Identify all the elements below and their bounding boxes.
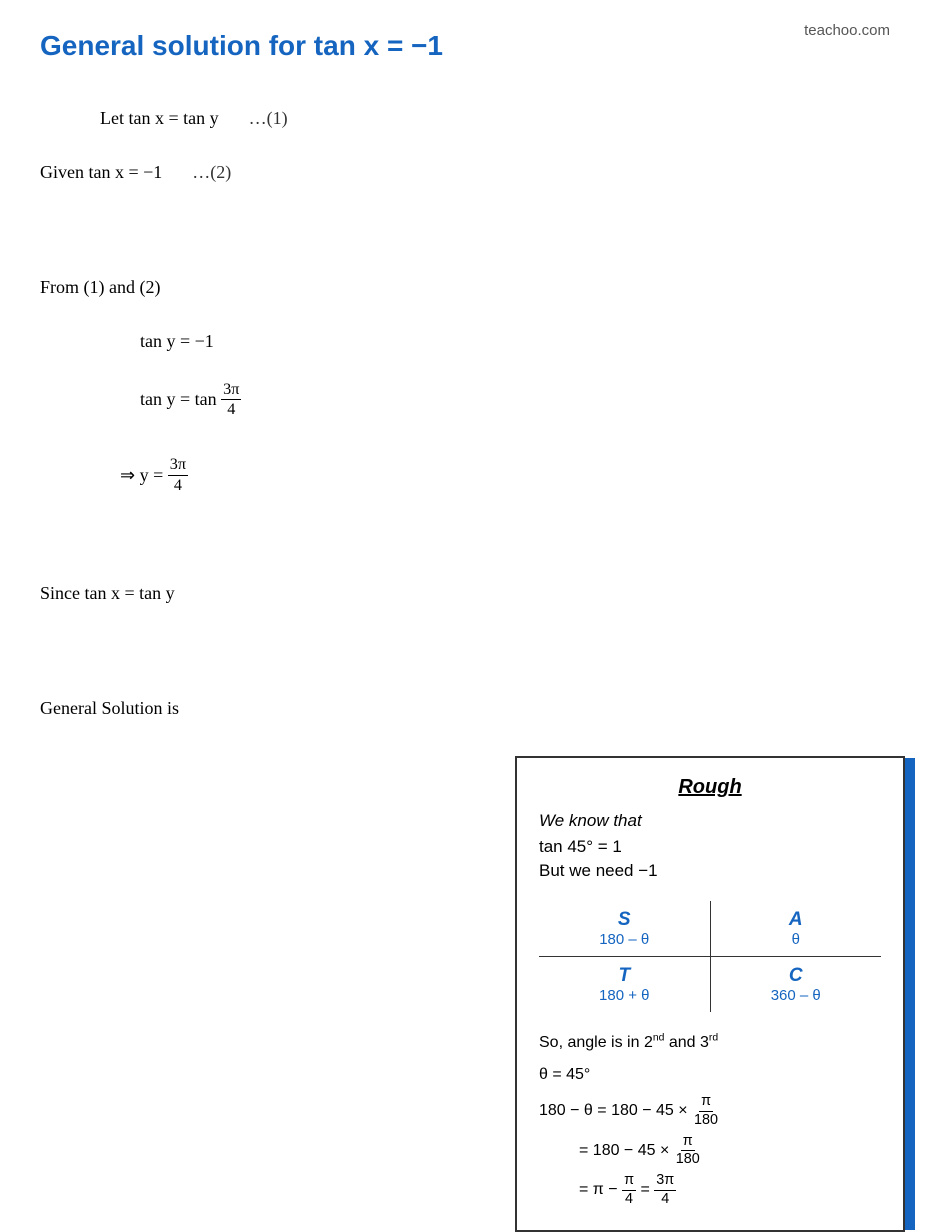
left-frac1: 3π 4 <box>221 380 241 420</box>
rough-frac1: π 180 <box>692 1093 720 1129</box>
cast-t-cell: T 180 + θ <box>539 957 710 1013</box>
page-title: General solution for tan x = −1 <box>40 30 905 62</box>
rough-sup2: rd <box>709 1033 718 1044</box>
rough-bottom3a: 180 − θ = 180 − 45 × <box>539 1098 688 1124</box>
left-line1a: Let tan x = tan y <box>100 102 219 134</box>
left-frac2: 3π 4 <box>168 455 188 495</box>
left-content: Let tan x = tan y …(1) Given tan x = −1 … <box>40 92 530 746</box>
left-line7: Since tan x = tan y <box>40 577 175 609</box>
cast-table: S 180 – θ A θ T 180 + θ C 360 – <box>539 901 881 1012</box>
rough-bottom-section: So, angle is in 2nd and 3rd θ = 45° 180 … <box>539 1030 881 1208</box>
left-line8: General Solution is <box>40 692 179 724</box>
left-line2a: Given tan x = −1 <box>40 156 162 188</box>
left-line2b: …(2) <box>192 156 231 188</box>
rough-bottom1b: and 3 <box>664 1034 708 1051</box>
left-line3: From (1) and (2) <box>40 271 160 303</box>
left-line1b: …(1) <box>249 102 288 134</box>
cast-c-cell: C 360 – θ <box>710 957 881 1013</box>
watermark-text: teachoo.com <box>804 22 890 39</box>
rough-sup1: nd <box>653 1033 665 1044</box>
rough-heading: Rough <box>539 776 881 799</box>
rough-frac3: π 4 <box>622 1172 636 1208</box>
left-line6a: ⇒ y = <box>120 459 163 491</box>
rough-line2: tan 45° = 1 <box>539 837 881 857</box>
left-line4: tan y = −1 <box>140 325 214 357</box>
rough-bottom5a: = π − <box>579 1177 618 1203</box>
rough-bottom2: θ = 45° <box>539 1066 590 1083</box>
left-line5a: tan y = tan <box>140 383 217 415</box>
rough-bottom4a: = 180 − 45 × <box>579 1138 669 1164</box>
rough-frac2: π 180 <box>674 1133 702 1169</box>
cast-s-cell: S 180 – θ <box>539 901 710 957</box>
cast-a-cell: A θ <box>710 901 881 957</box>
rough-line3: But we need −1 <box>539 861 881 881</box>
rough-frac4: 3π 4 <box>654 1172 676 1208</box>
rough-line1: We know that <box>539 811 881 831</box>
rough-box: Rough We know that tan 45° = 1 But we ne… <box>515 756 905 1232</box>
rough-bottom5d: = <box>640 1177 649 1203</box>
rough-bottom1a: So, angle is in 2 <box>539 1034 653 1051</box>
